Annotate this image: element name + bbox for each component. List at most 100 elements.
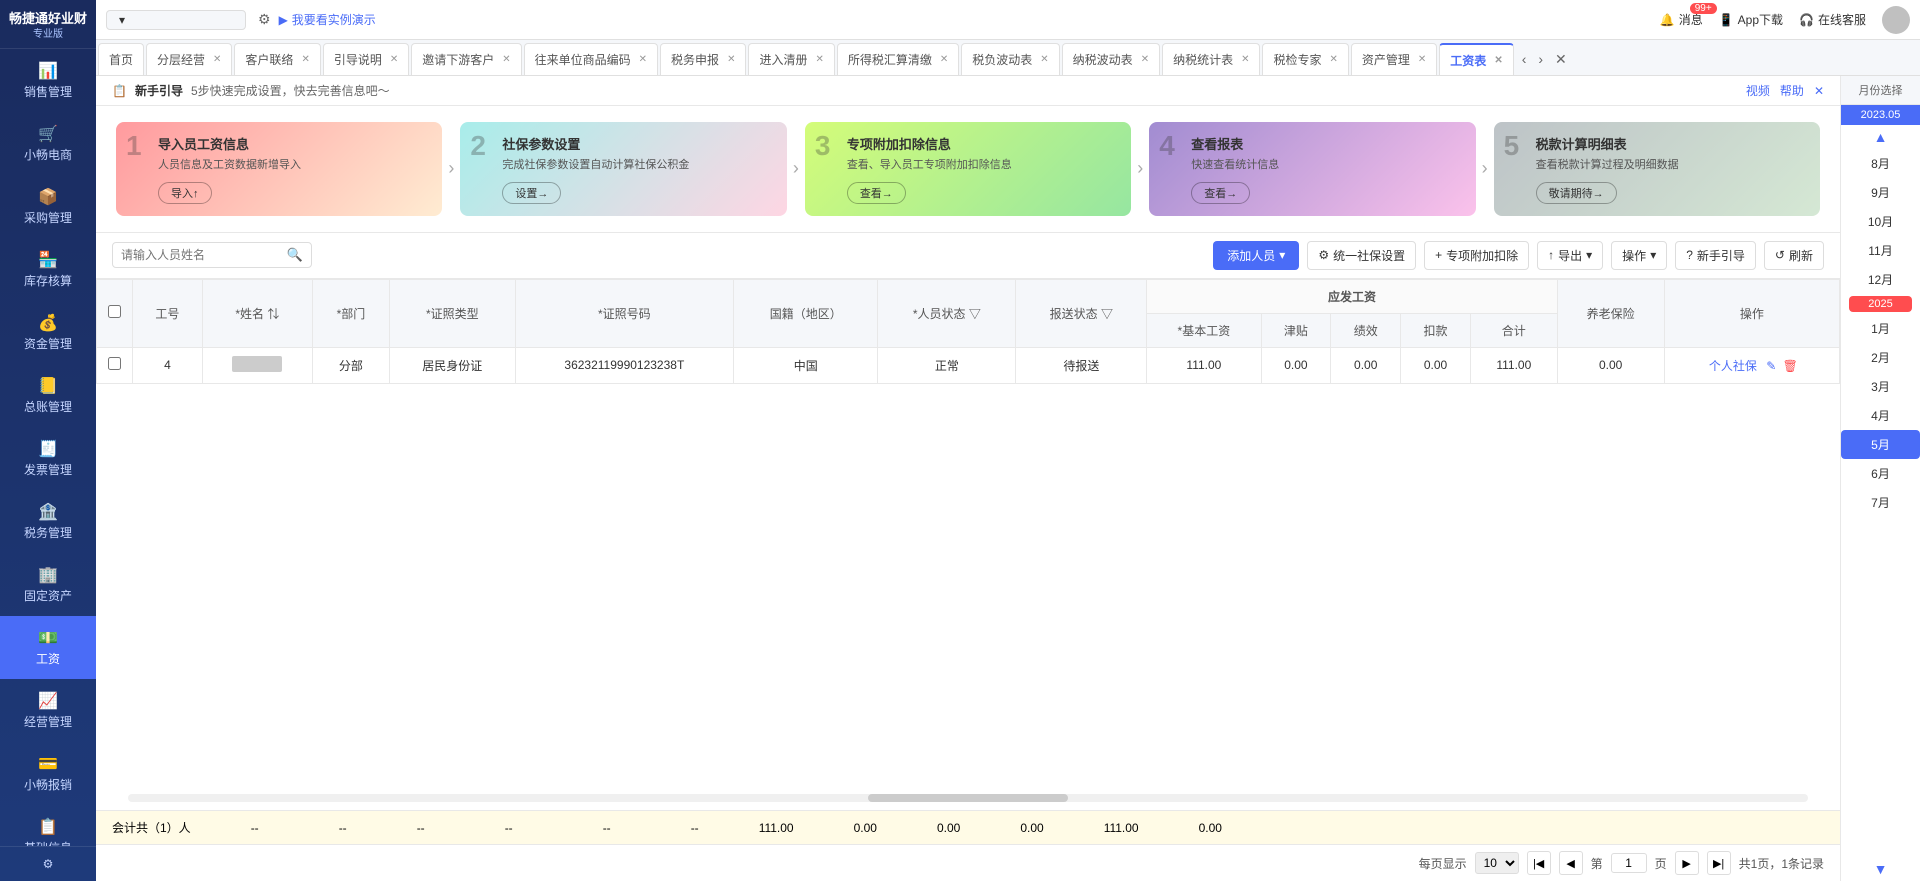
guide-step-btn-4[interactable]: 查看→: [1191, 182, 1250, 204]
sidebar-item-采购管理[interactable]: 📦采购管理: [0, 175, 96, 238]
month-item-2月[interactable]: 2月: [1841, 343, 1920, 372]
demo-link[interactable]: ▶ 我要看实例演示: [279, 11, 376, 28]
tab-分层经营[interactable]: 分层经营✕: [146, 43, 232, 75]
last-page-button[interactable]: ▶|: [1707, 851, 1731, 875]
tab-close-icon[interactable]: ✕: [1241, 54, 1249, 65]
tab-纳税统计表[interactable]: 纳税统计表✕: [1162, 43, 1260, 75]
tab-close-icon[interactable]: ✕: [1141, 54, 1149, 65]
sidebar-item-资金管理[interactable]: 💰资金管理: [0, 301, 96, 364]
sidebar-item-工资[interactable]: 💵工资: [0, 616, 96, 679]
guide-button[interactable]: ? 新手引导: [1675, 241, 1756, 270]
delete-icon[interactable]: 🗑: [1783, 359, 1798, 373]
guide-step-btn-1[interactable]: 导入↑: [158, 182, 212, 204]
month-item-10月[interactable]: 10月: [1841, 207, 1920, 236]
tab-纳税波动表[interactable]: 纳税波动表✕: [1062, 43, 1160, 75]
tab-所得税汇算清缴[interactable]: 所得税汇算清缴✕: [837, 43, 959, 75]
tab-close-icon[interactable]: ✕: [639, 54, 647, 65]
month-item-4月[interactable]: 4月: [1841, 401, 1920, 430]
horizontal-scrollbar[interactable]: [96, 786, 1840, 810]
sidebar-item-固定资产[interactable]: 🏢固定资产: [0, 553, 96, 616]
tab-邀请下游客户[interactable]: 邀请下游客户✕: [411, 43, 521, 75]
page-input[interactable]: [1611, 853, 1647, 873]
tab-close-icon[interactable]: ✕: [940, 54, 948, 65]
row-checkbox[interactable]: [108, 357, 121, 370]
tab-往来单位商品编码[interactable]: 往来单位商品编码✕: [524, 43, 658, 75]
sidebar-item-经营管理[interactable]: 📈经营管理: [0, 679, 96, 742]
month-item-active[interactable]: 5月: [1841, 430, 1920, 459]
th-pension: 养老保险: [1557, 279, 1664, 347]
filter-icon[interactable]: ▽: [969, 307, 981, 321]
guide-step-btn-2[interactable]: 设置→: [502, 182, 561, 204]
sidebar-item-库存核算[interactable]: 🏪库存核算: [0, 238, 96, 301]
tab-close-icon[interactable]: ✕: [213, 54, 221, 65]
tab-close-icon[interactable]: ✕: [815, 54, 823, 65]
sidebar-item-税务管理[interactable]: 🏦税务管理: [0, 490, 96, 553]
tab-工资表[interactable]: 工资表✕: [1439, 43, 1513, 75]
user-avatar[interactable]: [1882, 6, 1910, 34]
tab-close-icon[interactable]: ✕: [502, 54, 510, 65]
online-service-button[interactable]: 🎧 在线客服: [1799, 11, 1866, 28]
tab-进入清册[interactable]: 进入清册✕: [748, 43, 834, 75]
month-item-1月[interactable]: 1月: [1841, 314, 1920, 343]
tab-close-icon[interactable]: ✕: [301, 54, 309, 65]
guide-close-icon[interactable]: ✕: [1814, 84, 1824, 98]
select-all-checkbox[interactable]: [108, 305, 121, 318]
tab-close-icon[interactable]: ✕: [1040, 54, 1048, 65]
tab-引导说明[interactable]: 引导说明✕: [323, 43, 409, 75]
month-down-button[interactable]: ▼: [1841, 857, 1920, 881]
tab-close-icon[interactable]: ✕: [1418, 54, 1426, 65]
month-item-8月[interactable]: 8月: [1841, 149, 1920, 178]
tab-资产管理[interactable]: 资产管理✕: [1351, 43, 1437, 75]
sidebar-item-小畅报销[interactable]: 💳小畅报销: [0, 742, 96, 805]
month-item-3月[interactable]: 3月: [1841, 372, 1920, 401]
action-button[interactable]: 操作 ▾: [1611, 241, 1667, 270]
guide-step-btn-3[interactable]: 查看→: [847, 182, 906, 204]
guide-video-link[interactable]: 视频: [1746, 82, 1770, 99]
month-item-9月[interactable]: 9月: [1841, 178, 1920, 207]
tab-prev-button[interactable]: ‹: [1516, 43, 1533, 75]
sidebar-item-小畅电商[interactable]: 🛒小畅电商: [0, 112, 96, 175]
tab-next-button[interactable]: ›: [1532, 43, 1549, 75]
guide-help-link[interactable]: 帮助: [1780, 82, 1804, 99]
search-input[interactable]: [121, 248, 287, 262]
sidebar-item-销售管理[interactable]: 📊销售管理: [0, 49, 96, 112]
app-download-button[interactable]: 📱 App下载: [1719, 11, 1783, 28]
company-selector[interactable]: ▾: [106, 10, 246, 30]
tab-close-icon[interactable]: ✕: [390, 54, 398, 65]
social-insurance-link[interactable]: 个人社保: [1709, 359, 1757, 373]
next-page-button[interactable]: ▶: [1675, 851, 1699, 875]
tab-close-icon[interactable]: ✕: [727, 54, 735, 65]
refresh-button[interactable]: ↺ 刷新: [1764, 241, 1824, 270]
tab-税务申报[interactable]: 税务申报✕: [660, 43, 746, 75]
message-button[interactable]: 🔔 消息 99+: [1660, 11, 1703, 28]
sidebar-item-总账管理[interactable]: 📒总账管理: [0, 364, 96, 427]
settings-icon[interactable]: ⚙: [258, 11, 271, 28]
month-item-7月[interactable]: 7月: [1841, 488, 1920, 517]
sidebar-settings[interactable]: ⚙: [0, 846, 96, 881]
filter-icon2[interactable]: ▽: [1101, 307, 1113, 321]
prev-page-button[interactable]: ◀: [1559, 851, 1583, 875]
add-person-button[interactable]: 添加人员 ▾: [1213, 241, 1299, 270]
tab-客户联络[interactable]: 客户联络✕: [234, 43, 320, 75]
tab-close-icon[interactable]: ✕: [1494, 55, 1502, 66]
sidebar-item-发票管理[interactable]: 🧾发票管理: [0, 427, 96, 490]
month-item-6月[interactable]: 6月: [1841, 459, 1920, 488]
sidebar-item-基础信息[interactable]: 📋基础信息: [0, 805, 96, 846]
tab-税检专家[interactable]: 税检专家✕: [1262, 43, 1348, 75]
month-item-12月[interactable]: 12月: [1841, 265, 1920, 294]
chevron-down-icon3: ▾: [1650, 248, 1656, 262]
tab-首页[interactable]: 首页: [98, 43, 144, 75]
export-button[interactable]: ↑ 导出 ▾: [1537, 241, 1603, 270]
tab-close-all-button[interactable]: ✕: [1549, 43, 1573, 75]
tab-税负波动表[interactable]: 税负波动表✕: [961, 43, 1059, 75]
edit-icon[interactable]: ✎: [1766, 359, 1776, 373]
guide-step-btn-5[interactable]: 敬请期待→: [1536, 182, 1617, 204]
first-page-button[interactable]: |◀: [1527, 851, 1551, 875]
month-item-11月[interactable]: 11月: [1841, 236, 1920, 265]
tab-close-icon[interactable]: ✕: [1330, 54, 1338, 65]
per-page-select[interactable]: 10 20 50: [1475, 852, 1519, 874]
month-up-button[interactable]: ▲: [1841, 125, 1920, 149]
unified-setting-button[interactable]: ⚙ 统一社保设置: [1307, 241, 1416, 270]
row-status: 正常: [878, 347, 1016, 383]
special-deduction-button[interactable]: + 专项附加扣除: [1424, 241, 1529, 270]
